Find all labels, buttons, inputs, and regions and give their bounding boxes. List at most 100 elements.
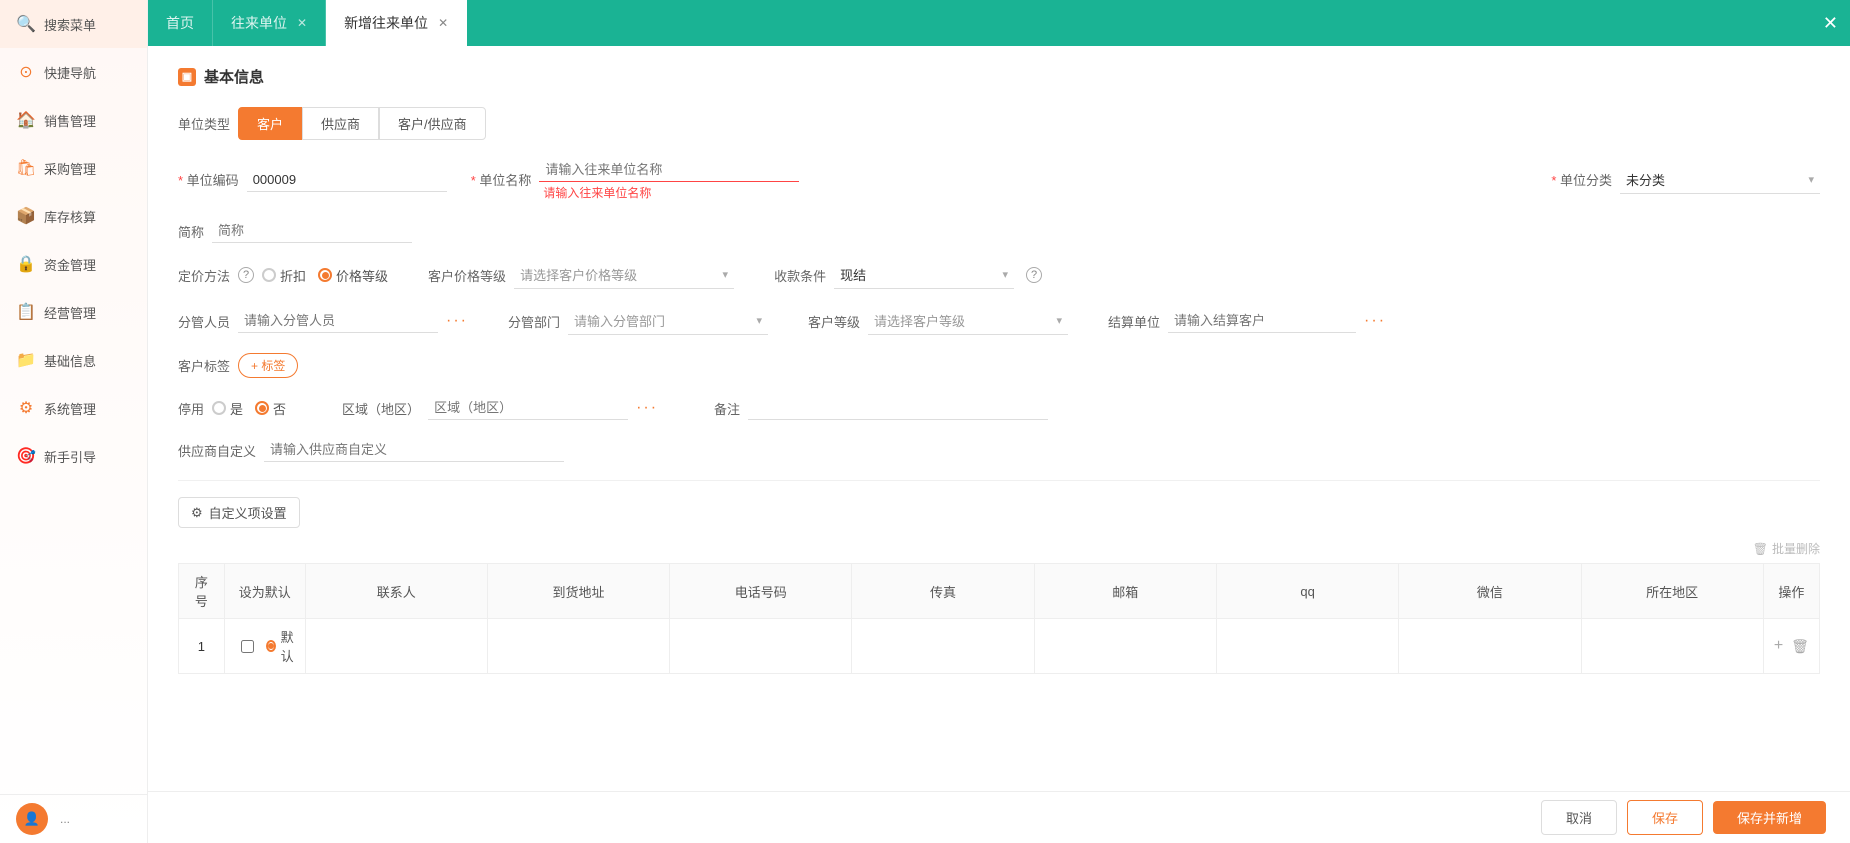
department-select[interactable]: 请输入分管部门 ▾ bbox=[568, 307, 768, 335]
divider bbox=[178, 480, 1820, 481]
pricing-help-icon[interactable]: ? bbox=[238, 267, 254, 283]
unit-code-input[interactable] bbox=[247, 168, 447, 192]
row-fax-input[interactable] bbox=[862, 639, 1023, 654]
batch-delete-btn[interactable]: 🗑 批量删除 bbox=[1753, 540, 1820, 557]
payment-terms-label: 收款条件 bbox=[774, 266, 826, 285]
operation-icon: 📋 bbox=[16, 302, 36, 322]
row-checkbox[interactable] bbox=[235, 640, 260, 653]
short-name-row: 简称 bbox=[178, 219, 1820, 243]
row-address bbox=[487, 619, 669, 674]
department-chevron: ▾ bbox=[756, 314, 762, 327]
settlement-unit-input[interactable] bbox=[1168, 309, 1356, 333]
custom-settings-icon: ⚙ bbox=[191, 505, 203, 521]
remarks-label: 备注 bbox=[714, 399, 740, 418]
disabled-radio-circle-yes bbox=[212, 401, 226, 415]
row-qq-input[interactable] bbox=[1227, 639, 1388, 654]
row-address-input[interactable] bbox=[498, 639, 659, 654]
region-label: 区域（地区） bbox=[342, 399, 420, 418]
col-wechat: 微信 bbox=[1399, 564, 1581, 619]
sidebar-item-search[interactable]: 🔍 搜索菜单 bbox=[0, 0, 147, 48]
settlement-unit-label: 结算单位 bbox=[1108, 312, 1160, 331]
sidebar-bottom: 👤 ... bbox=[0, 794, 147, 843]
save-button[interactable]: 保存 bbox=[1627, 800, 1703, 835]
customer-price-level-select[interactable]: 请选择客户价格等级 ▾ bbox=[514, 261, 734, 289]
short-name-input[interactable] bbox=[212, 219, 412, 243]
row-default-radio[interactable]: 默认 bbox=[266, 627, 295, 665]
cancel-button[interactable]: 取消 bbox=[1541, 800, 1617, 835]
pricing-radio-dot-level bbox=[322, 272, 329, 279]
short-name-field: 简称 bbox=[178, 219, 412, 243]
custom-settings-btn[interactable]: ⚙ 自定义项设置 bbox=[178, 497, 300, 528]
sidebar-item-label: 新手引导 bbox=[44, 447, 96, 466]
unit-name-input[interactable] bbox=[539, 158, 799, 182]
row-email-input[interactable] bbox=[1045, 639, 1206, 654]
unit-code-field: 单位编码 bbox=[178, 168, 447, 192]
type-btn-both[interactable]: 客户/供应商 bbox=[379, 107, 486, 140]
payment-terms-value: 现结 bbox=[840, 265, 998, 284]
supplier-custom-input[interactable] bbox=[264, 438, 564, 462]
tab-home-label: 首页 bbox=[166, 13, 194, 33]
unit-category-chevron: ▾ bbox=[1808, 173, 1814, 186]
remarks-input[interactable] bbox=[748, 396, 1048, 420]
sidebar-user-btn[interactable]: 👤 bbox=[16, 803, 48, 835]
sidebar-item-system[interactable]: ⚙ 系统管理 bbox=[0, 384, 147, 432]
sidebar-item-operation[interactable]: 📋 经营管理 bbox=[0, 288, 147, 336]
sidebar-item-sales[interactable]: 🏠 销售管理 bbox=[0, 96, 147, 144]
add-tag-btn[interactable]: + 标签 bbox=[238, 353, 298, 378]
row-delete-btn[interactable]: 🗑 bbox=[1791, 638, 1809, 655]
pricing-radio-label-level: 价格等级 bbox=[336, 266, 388, 285]
row-email bbox=[1034, 619, 1216, 674]
row-qq bbox=[1216, 619, 1398, 674]
sidebar-item-purchase[interactable]: 🛍 采购管理 bbox=[0, 144, 147, 192]
sidebar-item-guide[interactable]: 🎯 新手引导 bbox=[0, 432, 147, 480]
sidebar-item-finance[interactable]: 🔒 资金管理 bbox=[0, 240, 147, 288]
save-and-new-button[interactable]: 保存并新增 bbox=[1713, 801, 1826, 834]
region-input[interactable] bbox=[428, 396, 628, 420]
pricing-row: 定价方法 ? 折扣 价格等级 客户价格等级 bbox=[178, 261, 1820, 289]
manager-input[interactable] bbox=[238, 309, 438, 333]
pricing-radio-discount[interactable]: 折扣 bbox=[262, 266, 306, 285]
disabled-radio-yes[interactable]: 是 bbox=[212, 399, 243, 418]
tab-new-counterparty-close[interactable]: ✕ bbox=[438, 16, 448, 30]
payment-terms-select[interactable]: 现结 ▾ bbox=[834, 261, 1014, 289]
customer-level-label: 客户等级 bbox=[808, 312, 860, 331]
sidebar-item-quick-nav[interactable]: ⊙ 快捷导航 bbox=[0, 48, 147, 96]
sidebar-item-inventory[interactable]: 📦 库存核算 bbox=[0, 192, 147, 240]
tab-bar-close-btn[interactable]: ✕ bbox=[1823, 13, 1838, 34]
pricing-radio-circle-discount bbox=[262, 268, 276, 282]
settlement-unit-more-btn[interactable]: ··· bbox=[1364, 312, 1386, 330]
sidebar-item-basic-info[interactable]: 📁 基础信息 bbox=[0, 336, 147, 384]
unit-category-select[interactable]: 未分类 ▾ bbox=[1620, 166, 1820, 194]
row-add-btn[interactable]: + bbox=[1774, 637, 1783, 655]
type-btn-customer[interactable]: 客户 bbox=[238, 107, 302, 140]
unit-type-label: 单位类型 bbox=[178, 114, 230, 133]
department-field: 分管部门 请输入分管部门 ▾ bbox=[508, 307, 768, 335]
row-actions: + 🗑 bbox=[1763, 619, 1819, 674]
pricing-radio-level[interactable]: 价格等级 bbox=[318, 266, 388, 285]
sidebar-item-label: 销售管理 bbox=[44, 111, 96, 130]
customer-level-placeholder: 请选择客户等级 bbox=[874, 311, 1052, 330]
sidebar-item-label: 基础信息 bbox=[44, 351, 96, 370]
col-seq: 序号 bbox=[179, 564, 225, 619]
region-more-btn[interactable]: ··· bbox=[636, 399, 658, 417]
type-btn-supplier[interactable]: 供应商 bbox=[302, 107, 379, 140]
sidebar-item-label: 快捷导航 bbox=[44, 63, 96, 82]
finance-icon: 🔒 bbox=[16, 254, 36, 274]
tab-home[interactable]: 首页 bbox=[148, 0, 213, 46]
disabled-radio-no[interactable]: 否 bbox=[255, 399, 286, 418]
add-tag-label: + 标签 bbox=[251, 357, 285, 374]
tab-new-counterparty[interactable]: 新增往来单位 ✕ bbox=[326, 0, 467, 46]
tab-counterparty-close[interactable]: ✕ bbox=[297, 16, 307, 30]
row-contact-input[interactable] bbox=[316, 639, 477, 654]
col-fax: 传真 bbox=[852, 564, 1034, 619]
manager-more-btn[interactable]: ··· bbox=[446, 312, 468, 330]
disabled-label: 停用 bbox=[178, 399, 204, 418]
pricing-radio-circle-level bbox=[318, 268, 332, 282]
payment-terms-help-icon[interactable]: ? bbox=[1026, 267, 1042, 283]
pricing-method-label: 定价方法 bbox=[178, 266, 230, 285]
row-region-input[interactable] bbox=[1592, 639, 1753, 654]
row-wechat-input[interactable] bbox=[1409, 639, 1570, 654]
tab-counterparty[interactable]: 往来单位 ✕ bbox=[213, 0, 326, 46]
row-phone-input[interactable] bbox=[680, 639, 841, 654]
customer-level-select[interactable]: 请选择客户等级 ▾ bbox=[868, 307, 1068, 335]
